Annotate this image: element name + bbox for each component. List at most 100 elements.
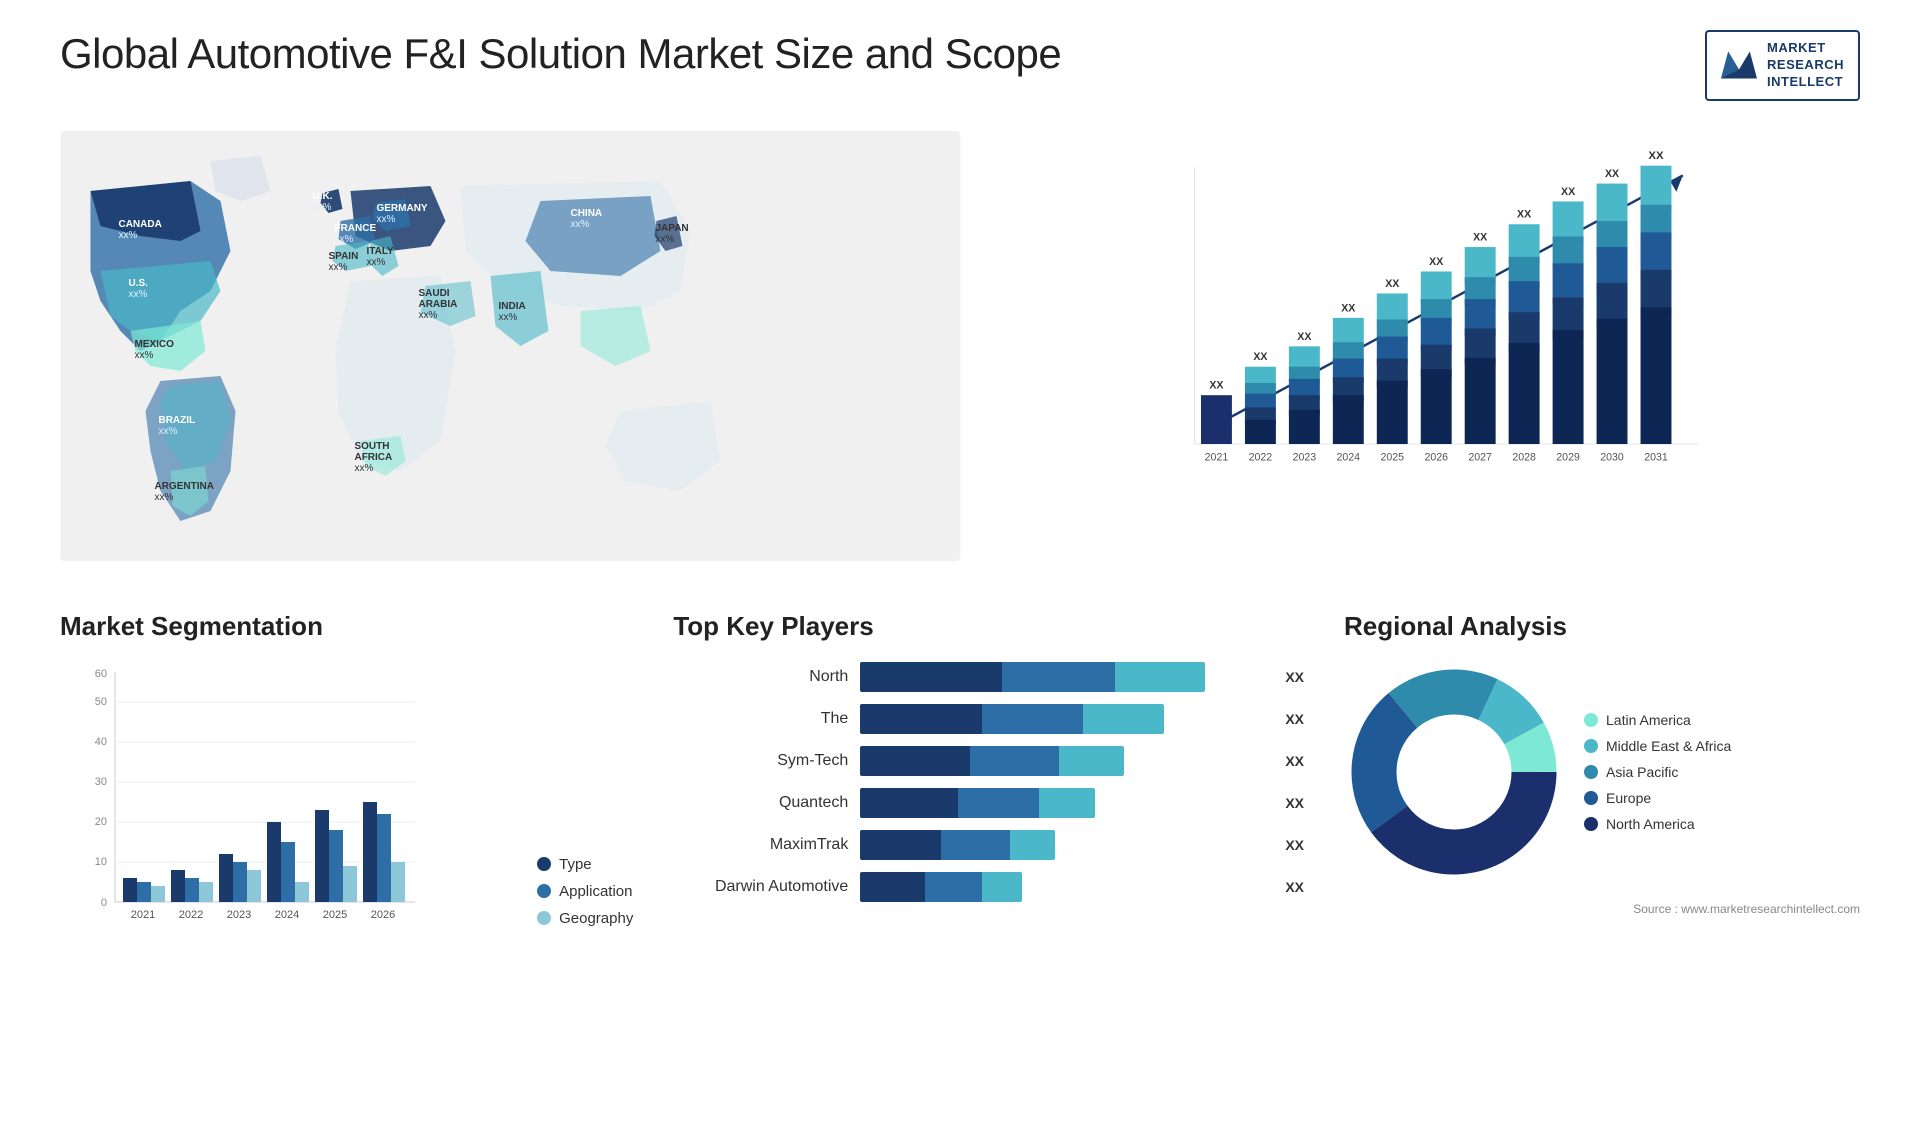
dot-latin-america <box>1584 713 1598 727</box>
svg-text:XX: XX <box>1429 256 1443 268</box>
svg-text:2030: 2030 <box>1600 451 1624 463</box>
svg-text:xx%: xx% <box>128 289 147 300</box>
svg-text:ARGENTINA: ARGENTINA <box>154 481 213 492</box>
svg-text:2024: 2024 <box>1336 451 1360 463</box>
label-asia-pacific: Asia Pacific <box>1606 764 1678 780</box>
header: Global Automotive F&I Solution Market Si… <box>60 30 1860 101</box>
legend-application: Application <box>537 883 633 900</box>
seg-legend: Type Application Geography <box>537 856 633 967</box>
map-container: CANADA xx% U.S. xx% MEXICO xx% BRAZIL xx… <box>60 131 961 561</box>
page-container: Global Automotive F&I Solution Market Si… <box>0 0 1920 997</box>
svg-text:10: 10 <box>95 856 107 868</box>
svg-text:2025: 2025 <box>1380 451 1404 463</box>
svg-text:ITALY: ITALY <box>366 246 394 257</box>
svg-text:FRANCE: FRANCE <box>334 223 376 234</box>
players-list: North XX The <box>673 662 1304 902</box>
player-name: Sym-Tech <box>673 752 848 770</box>
svg-text:U.K.: U.K. <box>312 191 332 202</box>
player-value: XX <box>1285 711 1304 727</box>
legend-label-geography: Geography <box>559 910 633 927</box>
legend-dot-application <box>537 884 551 898</box>
source-text: Source : www.marketresearchintellect.com <box>1344 902 1860 916</box>
svg-text:XX: XX <box>1297 331 1311 343</box>
label-europe: Europe <box>1606 790 1651 806</box>
legend-geography: Geography <box>537 910 633 927</box>
player-bar-container <box>860 704 1265 734</box>
legend-label-type: Type <box>559 856 592 873</box>
player-value: XX <box>1285 753 1304 769</box>
svg-text:XX: XX <box>1341 302 1355 314</box>
top-section: CANADA xx% U.S. xx% MEXICO xx% BRAZIL xx… <box>60 131 1860 561</box>
svg-text:CHINA: CHINA <box>570 208 602 219</box>
svg-text:XX: XX <box>1517 208 1531 220</box>
svg-text:2021: 2021 <box>1205 451 1229 463</box>
svg-text:XX: XX <box>1385 278 1399 290</box>
player-row: Sym-Tech XX <box>673 746 1304 776</box>
svg-text:xx%: xx% <box>334 234 353 245</box>
svg-text:2031: 2031 <box>1644 451 1668 463</box>
svg-text:XX: XX <box>1648 151 1664 162</box>
svg-text:INDIA: INDIA <box>498 301 525 312</box>
seg-chart-svg: 0 10 20 30 40 50 60 <box>60 662 440 962</box>
player-name: MaximTrak <box>673 836 848 854</box>
svg-text:2024: 2024 <box>275 909 299 921</box>
player-row: The XX <box>673 704 1304 734</box>
legend-latin-america: Latin America <box>1584 712 1731 728</box>
svg-text:xx%: xx% <box>118 230 137 241</box>
dot-north-america <box>1584 817 1598 831</box>
svg-text:0: 0 <box>101 897 107 909</box>
dot-middle-east-africa <box>1584 739 1598 753</box>
svg-text:JAPAN: JAPAN <box>655 223 688 234</box>
legend-asia-pacific: Asia Pacific <box>1584 764 1731 780</box>
growth-chart-svg: XX 2021 XX 2022 <box>1021 151 1840 501</box>
growth-chart: XX 2021 XX 2022 <box>1001 131 1860 561</box>
svg-text:2022: 2022 <box>179 909 203 921</box>
svg-text:SOUTH: SOUTH <box>354 441 389 452</box>
svg-text:2023: 2023 <box>1293 451 1317 463</box>
logo-icon <box>1721 47 1757 83</box>
svg-text:SAUDI: SAUDI <box>418 288 449 299</box>
svg-text:xx%: xx% <box>366 257 385 268</box>
player-bar-container <box>860 872 1265 902</box>
donut-chart-svg <box>1344 662 1564 882</box>
legend-dot-type <box>537 857 551 871</box>
svg-text:U.S.: U.S. <box>128 278 148 289</box>
svg-text:XX: XX <box>1253 351 1267 363</box>
legend-dot-geography <box>537 911 551 925</box>
svg-text:xx%: xx% <box>498 312 517 323</box>
svg-text:xx%: xx% <box>134 350 153 361</box>
svg-text:XX: XX <box>1561 186 1575 198</box>
donut-area: Latin America Middle East & Africa Asia … <box>1344 662 1860 882</box>
dot-asia-pacific <box>1584 765 1598 779</box>
map-label-canada: CANADA <box>118 219 161 230</box>
label-latin-america: Latin America <box>1606 712 1691 728</box>
page-title: Global Automotive F&I Solution Market Si… <box>60 30 1061 78</box>
svg-text:40: 40 <box>95 736 107 748</box>
legend-label-application: Application <box>559 883 632 900</box>
logo: MARKET RESEARCH INTELLECT <box>1705 30 1860 101</box>
svg-text:2027: 2027 <box>1468 451 1492 463</box>
player-value: XX <box>1285 795 1304 811</box>
svg-text:xx%: xx% <box>354 463 373 474</box>
svg-text:2028: 2028 <box>1512 451 1536 463</box>
player-row: MaximTrak XX <box>673 830 1304 860</box>
regional-title: Regional Analysis <box>1344 611 1860 642</box>
player-value: XX <box>1285 879 1304 895</box>
svg-text:xx%: xx% <box>158 426 177 437</box>
svg-text:30: 30 <box>95 776 107 788</box>
legend-europe: Europe <box>1584 790 1731 806</box>
svg-text:AFRICA: AFRICA <box>354 452 392 463</box>
svg-text:xx%: xx% <box>655 234 674 245</box>
svg-text:MEXICO: MEXICO <box>134 339 174 350</box>
svg-text:xx%: xx% <box>312 202 331 213</box>
svg-text:2021: 2021 <box>131 909 155 921</box>
player-name: Quantech <box>673 794 848 812</box>
svg-text:60: 60 <box>95 668 107 680</box>
svg-text:xx%: xx% <box>376 214 395 225</box>
svg-text:BRAZIL: BRAZIL <box>158 415 195 426</box>
regional-section: Regional Analysis <box>1344 611 1860 916</box>
player-bar-container <box>860 746 1265 776</box>
svg-text:50: 50 <box>95 696 107 708</box>
world-map-svg: CANADA xx% U.S. xx% MEXICO xx% BRAZIL xx… <box>60 131 961 561</box>
svg-text:SPAIN: SPAIN <box>328 251 358 262</box>
